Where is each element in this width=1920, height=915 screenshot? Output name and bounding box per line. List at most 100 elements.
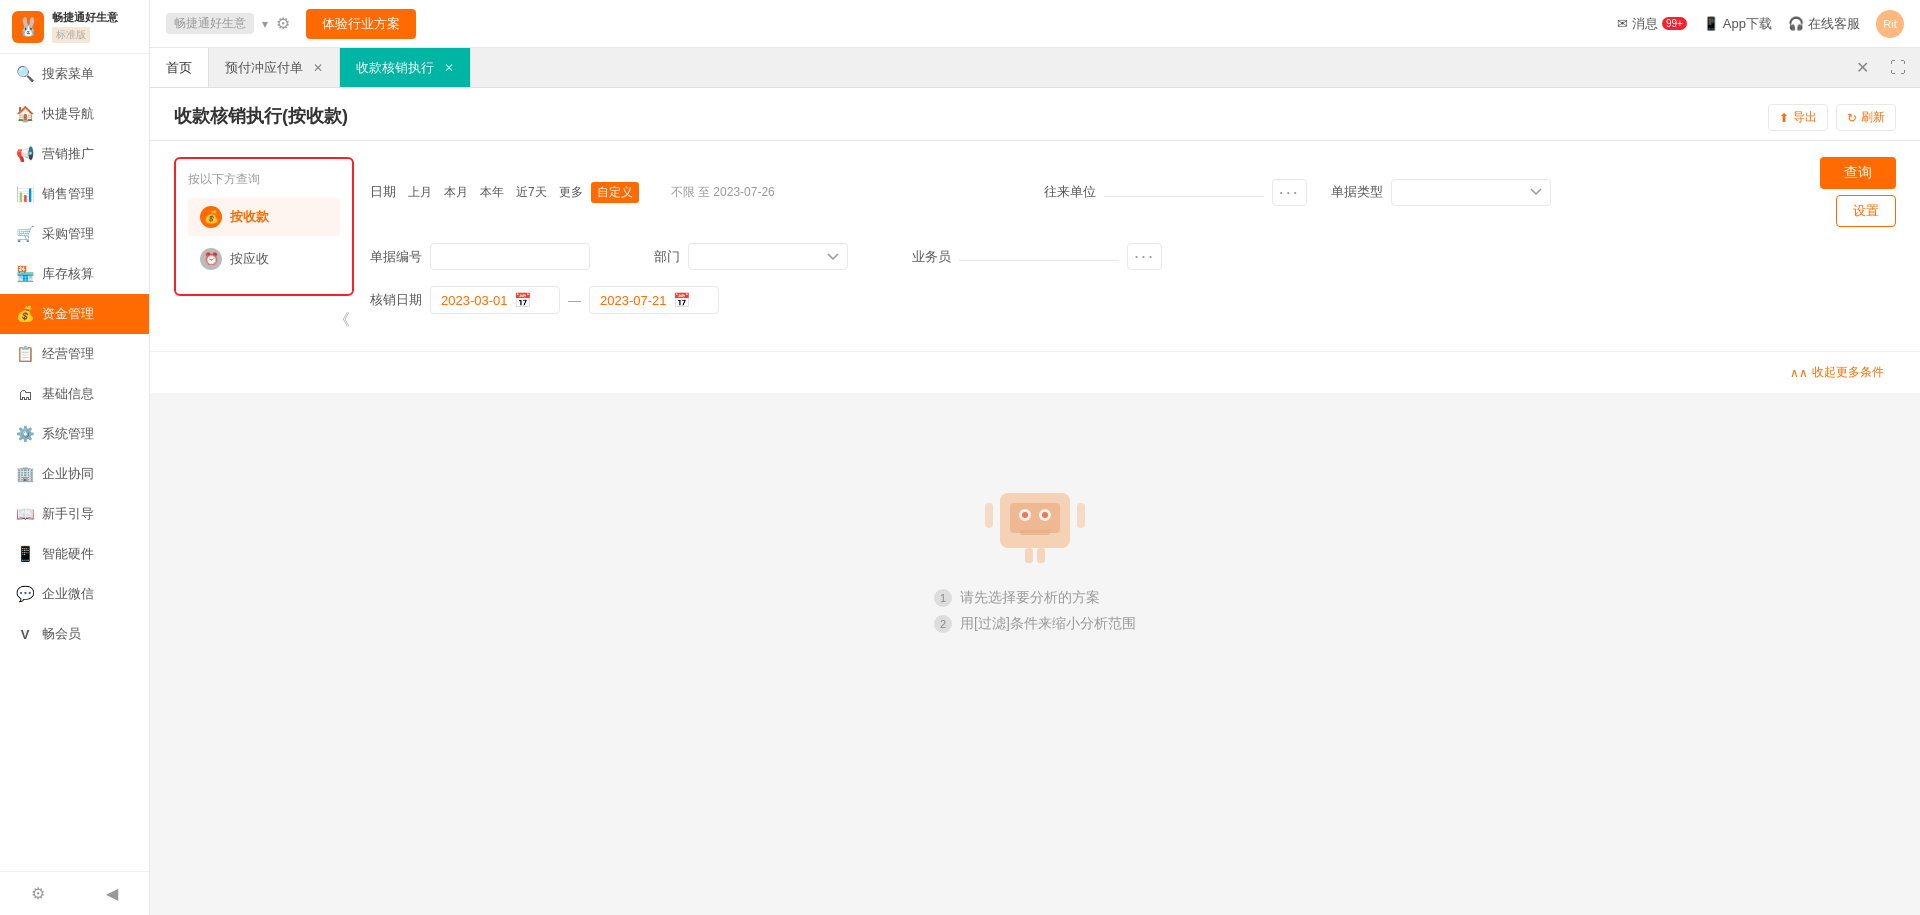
date-label: 日期 [370, 183, 396, 201]
tab-receipt-close-icon[interactable]: ✕ [444, 61, 454, 75]
logo-text: 畅捷通好生意 标准版 [52, 10, 118, 43]
settings-button[interactable]: 设置 [1836, 195, 1896, 227]
sidebar-item-enterprise[interactable]: 🏢 企业协同 [0, 454, 149, 494]
date-custom[interactable]: 自定义 [591, 182, 639, 203]
tab-home[interactable]: 首页 [150, 48, 209, 87]
user-avatar[interactable]: Rit [1876, 10, 1904, 38]
date-more[interactable]: 更多 [555, 182, 587, 203]
tab-prepay[interactable]: 预付冲应付单 ✕ [209, 48, 340, 87]
megaphone-icon: 📢 [16, 145, 34, 163]
chart-icon: 📊 [16, 185, 34, 203]
brand-label: 畅捷通好生意 [166, 13, 254, 34]
date-separator: — [568, 293, 581, 308]
tab-home-label: 首页 [166, 59, 192, 77]
filter-collapse-left-btn[interactable]: 《 [330, 306, 354, 335]
logo-icon: 🐰 [12, 11, 44, 43]
doc-type-label: 单据类型 [1331, 183, 1383, 201]
collapse-sidebar-btn[interactable]: ◀ [98, 880, 126, 907]
sidebar-item-marketing[interactable]: 📢 营销推广 [0, 134, 149, 174]
sidebar-item-hardware[interactable]: 📱 智能硬件 [0, 534, 149, 574]
sidebar-item-inventory[interactable]: 🏪 库存核算 [0, 254, 149, 294]
sidebar-item-sales[interactable]: 📊 销售管理 [0, 174, 149, 214]
settings-bottom-icon[interactable]: ⚙ [23, 880, 53, 907]
export-icon: ⬆ [1779, 111, 1789, 125]
refresh-button[interactable]: ↻ 刷新 [1836, 104, 1896, 131]
brand-chevron-icon[interactable]: ▾ [262, 17, 268, 31]
headset-icon: 🎧 [1788, 16, 1804, 31]
sidebar-item-wechat[interactable]: 💬 企业微信 [0, 574, 149, 614]
filter-by-receivable[interactable]: ⏰ 按应收 [188, 240, 340, 278]
date-this-month[interactable]: 本月 [440, 182, 472, 203]
content-area: 收款核销执行(按收款) ⬆ 导出 ↻ 刷新 按以下方查询 [150, 88, 1920, 915]
sidebar-item-label: 基础信息 [42, 385, 94, 403]
main-area: 畅捷通好生意 ▾ ⚙ 体验行业方案 ✉ 消息 99+ 📱 App下载 🎧 在线客… [150, 0, 1920, 915]
sidebar-item-search[interactable]: 🔍 搜索菜单 [0, 54, 149, 94]
date-last-month[interactable]: 上月 [404, 182, 436, 203]
sidebar-item-business[interactable]: 📋 经营管理 [0, 334, 149, 374]
verify-date-start-input[interactable]: 2023-03-01 📅 [430, 286, 560, 314]
doc-type-select[interactable] [1391, 179, 1551, 206]
verify-date-end-input[interactable]: 2023-07-21 📅 [589, 286, 719, 314]
message-label: 消息 [1632, 15, 1658, 33]
avatar-text: Rit [1883, 18, 1896, 30]
export-button[interactable]: ⬆ 导出 [1768, 104, 1828, 131]
filter-row-3: 核销日期 2023-03-01 📅 — 2023-07-21 📅 [370, 286, 1896, 314]
sidebar-item-purchase[interactable]: 🛒 采购管理 [0, 214, 149, 254]
tab-prepay-close-icon[interactable]: ✕ [313, 61, 323, 75]
tip-text-1: 请先选择要分析的方案 [960, 589, 1100, 607]
date-links: 上月 本月 本年 近7天 更多 自定义 [404, 182, 639, 203]
service-label: 在线客服 [1808, 15, 1860, 33]
fund-icon: 💰 [16, 305, 34, 323]
sidebar-item-fund[interactable]: 💰 资金管理 [0, 294, 149, 334]
maximize-icon[interactable]: ⛶ [1884, 54, 1912, 82]
store-icon: 🏪 [16, 265, 34, 283]
sidebar-item-system[interactable]: ⚙️ 系统管理 [0, 414, 149, 454]
sidebar-item-guide[interactable]: 📖 新手引导 [0, 494, 149, 534]
filter-right-panel: 日期 上月 本月 本年 近7天 更多 自定义 不限 至 2023-07-26 [370, 157, 1896, 335]
date-this-year[interactable]: 本年 [476, 182, 508, 203]
svg-rect-7 [1025, 548, 1033, 563]
sidebar-item-quick-nav[interactable]: 🏠 快捷导航 [0, 94, 149, 134]
counterparty-input-area[interactable] [1104, 188, 1264, 197]
sidebar-item-member[interactable]: V 畅会员 [0, 614, 149, 654]
filter-row-1: 日期 上月 本月 本年 近7天 更多 自定义 不限 至 2023-07-26 [370, 157, 1896, 227]
staff-input-area[interactable] [959, 252, 1119, 261]
app-download-button[interactable]: 📱 App下载 [1703, 15, 1772, 33]
collapse-more-button[interactable]: ∧∧ 收起更多条件 [1778, 360, 1896, 385]
home-icon: 🏠 [16, 105, 34, 123]
topbar-brand: 畅捷通好生意 ▾ ⚙ [166, 13, 290, 34]
dept-select[interactable] [688, 243, 848, 270]
dept-group: 部门 [654, 243, 848, 270]
message-badge: 99+ [1662, 17, 1687, 30]
topbar-gear-icon[interactable]: ⚙ [276, 14, 290, 33]
counterparty-dots-button[interactable]: ··· [1272, 179, 1307, 206]
empty-robot-illustration [975, 473, 1095, 573]
sidebar-item-basic[interactable]: 🗂 基础信息 [0, 374, 149, 414]
refresh-icon: ↻ [1847, 111, 1857, 125]
by-receipt-label: 按收款 [230, 208, 269, 226]
messages-button[interactable]: ✉ 消息 99+ [1617, 15, 1687, 33]
online-service-button[interactable]: 🎧 在线客服 [1788, 15, 1860, 33]
query-button[interactable]: 查询 [1820, 157, 1896, 189]
phone-icon: 📱 [1703, 16, 1719, 31]
sidebar-item-label: 搜索菜单 [42, 65, 94, 83]
svg-rect-6 [1020, 530, 1050, 535]
verify-date-label: 核销日期 [370, 291, 422, 309]
doc-no-input[interactable] [430, 243, 590, 270]
system-icon: ⚙️ [16, 425, 34, 443]
filter-by-receipt[interactable]: 💰 按收款 [188, 198, 340, 236]
svg-point-5 [1042, 512, 1048, 518]
cart-icon: 🛒 [16, 225, 34, 243]
industry-solution-button[interactable]: 体验行业方案 [306, 9, 416, 39]
tab-prepay-label: 预付冲应付单 [225, 59, 303, 77]
date-7days[interactable]: 近7天 [512, 182, 551, 203]
empty-tip-2: 2 用[过滤]条件来缩小分析范围 [934, 615, 1136, 633]
enterprise-icon: 🏢 [16, 465, 34, 483]
staff-dots-button[interactable]: ··· [1127, 243, 1162, 270]
sidebar: 🐰 畅捷通好生意 标准版 🔍 搜索菜单 🏠 快捷导航 📢 营销推广 📊 销售管理… [0, 0, 150, 915]
folder-icon: 🗂 [16, 385, 34, 403]
close-tab-icon[interactable]: ✕ [1848, 54, 1876, 82]
collapse-more-label: 收起更多条件 [1812, 364, 1884, 381]
tab-receipt[interactable]: 收款核销执行 ✕ [340, 48, 471, 87]
svg-point-4 [1022, 512, 1028, 518]
